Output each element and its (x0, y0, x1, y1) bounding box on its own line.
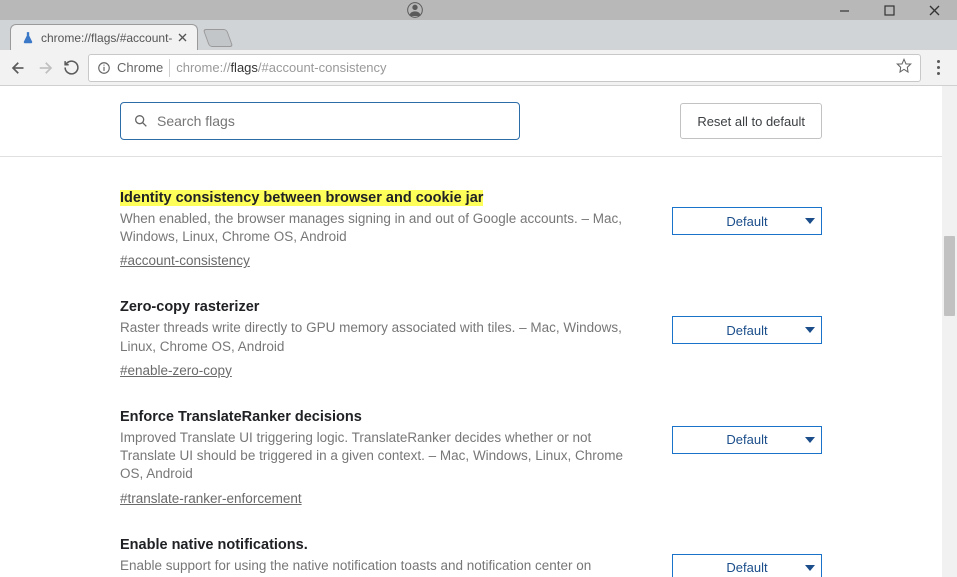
flag-main: Zero-copy rasterizer Raster threads write… (120, 298, 642, 379)
search-input[interactable] (157, 113, 507, 129)
flag-anchor-link[interactable]: #account-consistency (120, 253, 250, 268)
chevron-down-icon (799, 427, 821, 453)
reset-all-button[interactable]: Reset all to default (680, 103, 822, 139)
flag-description: Raster threads write directly to GPU mem… (120, 319, 642, 355)
scheme-label: Chrome (117, 60, 163, 75)
address-bar[interactable]: Chrome chrome://flags/#account-consisten… (88, 54, 921, 82)
flag-control: Default (672, 189, 822, 270)
bookmark-star-icon[interactable] (896, 58, 912, 77)
flag-value-select[interactable]: Default (672, 207, 822, 235)
flag-description: Enable support for using the native noti… (120, 557, 642, 577)
flag-anchor-link[interactable]: #enable-zero-copy (120, 363, 232, 378)
select-value-label: Default (683, 214, 811, 229)
flag-main: Enforce TranslateRanker decisions Improve… (120, 408, 642, 508)
flag-control: Default (672, 408, 822, 508)
flag-control: Default (672, 298, 822, 379)
user-account-icon[interactable] (399, 2, 423, 18)
flag-title: Enable native notifications. (120, 537, 308, 553)
scrollbar-thumb[interactable] (944, 236, 955, 316)
browser-tab[interactable]: chrome://flags/#account- (10, 24, 198, 50)
flag-main: Enable native notifications. Enable suppo… (120, 536, 642, 577)
back-button[interactable] (10, 59, 28, 77)
flag-value-select[interactable]: Default (672, 316, 822, 344)
window-maximize-button[interactable] (867, 0, 912, 20)
browser-toolbar: Chrome chrome://flags/#account-consisten… (0, 50, 957, 86)
flag-row: Enable native notifications. Enable suppo… (120, 524, 822, 577)
window-minimize-button[interactable] (822, 0, 867, 20)
flag-control: Default (672, 536, 822, 577)
flag-title: Zero-copy rasterizer (120, 299, 259, 315)
scrollbar-track[interactable] (942, 86, 957, 577)
flag-description: Improved Translate UI triggering logic. … (120, 429, 642, 484)
reload-button[interactable] (62, 59, 80, 77)
tab-strip: chrome://flags/#account- (0, 20, 957, 50)
url-text: chrome://flags/#account-consistency (176, 60, 386, 75)
flag-main: Identity consistency between browser and… (120, 189, 642, 270)
new-tab-button[interactable] (203, 29, 234, 47)
site-info-icon[interactable]: Chrome (97, 60, 163, 75)
flag-row: Identity consistency between browser and… (120, 177, 822, 286)
browser-menu-button[interactable] (929, 60, 947, 75)
select-value-label: Default (683, 323, 811, 338)
select-value-label: Default (683, 432, 811, 447)
chevron-down-icon (799, 555, 821, 577)
chevron-down-icon (799, 208, 821, 234)
flag-title: Identity consistency between browser and… (120, 190, 483, 206)
flag-row: Enforce TranslateRanker decisions Improve… (120, 396, 822, 524)
flag-value-select[interactable]: Default (672, 554, 822, 577)
chevron-down-icon (799, 317, 821, 343)
omnibox-separator (169, 59, 170, 77)
flag-anchor-link[interactable]: #translate-ranker-enforcement (120, 491, 302, 506)
flag-value-select[interactable]: Default (672, 426, 822, 454)
flag-row: Zero-copy rasterizer Raster threads write… (120, 286, 822, 395)
flag-description: When enabled, the browser manages signin… (120, 210, 642, 246)
tab-close-icon[interactable] (178, 30, 187, 45)
window-titlebar (0, 0, 957, 20)
select-value-label: Default (683, 560, 811, 575)
window-close-button[interactable] (912, 0, 957, 20)
flask-icon (21, 31, 35, 45)
search-icon (133, 113, 149, 129)
search-flags-field[interactable] (120, 102, 520, 140)
page-content: Reset all to default Identity consistenc… (0, 86, 942, 577)
flag-title: Enforce TranslateRanker decisions (120, 409, 362, 425)
flags-header: Reset all to default (0, 86, 942, 157)
flags-list: Identity consistency between browser and… (0, 157, 942, 577)
tab-title: chrome://flags/#account- (41, 31, 172, 45)
forward-button[interactable] (36, 59, 54, 77)
